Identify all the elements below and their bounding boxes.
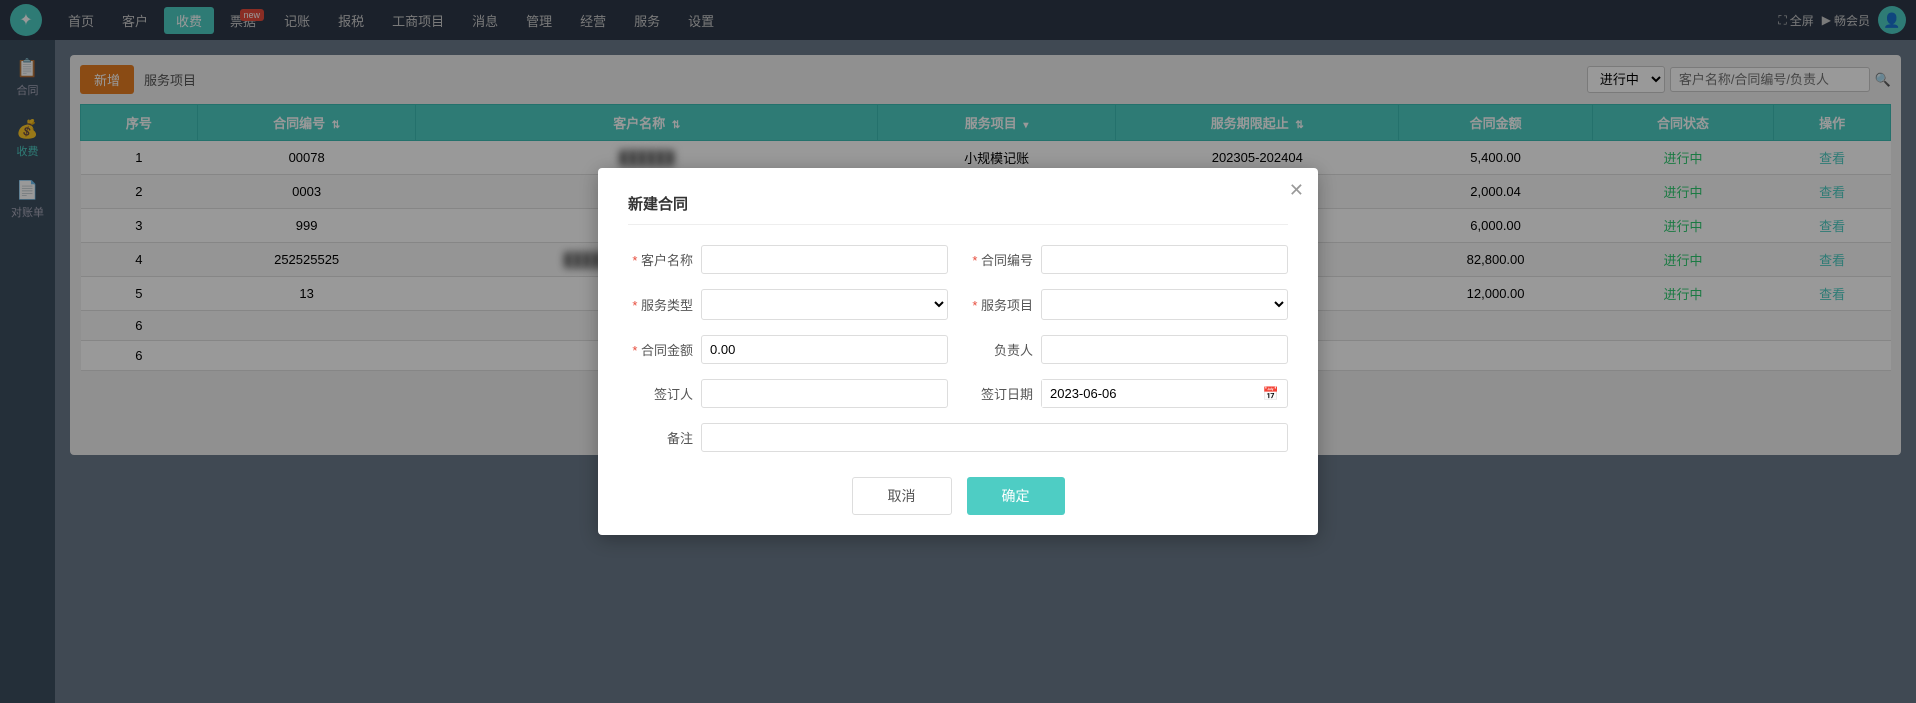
modal-overlay: 新建合同 ✕ 客户名称 合同编号 服务类型 服务项目 <box>0 0 1916 703</box>
form-grid: 客户名称 合同编号 服务类型 服务项目 <box>628 245 1288 452</box>
service-type-label: 服务类型 <box>628 295 693 314</box>
service-type-field: 服务类型 <box>628 289 948 320</box>
modal-buttons: 取消 确定 <box>628 477 1288 515</box>
signatory-label: 签订人 <box>628 384 693 403</box>
new-contract-modal: 新建合同 ✕ 客户名称 合同编号 服务类型 服务项目 <box>598 168 1318 535</box>
responsible-person-input[interactable] <box>1041 335 1288 364</box>
contract-no-input[interactable] <box>1041 245 1288 274</box>
customer-name-field: 客户名称 <box>628 245 948 274</box>
contract-no-label: 合同编号 <box>968 250 1033 269</box>
modal-close-button[interactable]: ✕ <box>1289 180 1304 201</box>
remark-field: 备注 <box>628 423 1288 452</box>
remark-input[interactable] <box>701 423 1288 452</box>
sign-date-field: 签订日期 📅 <box>968 379 1288 408</box>
signatory-field: 签订人 <box>628 379 948 408</box>
modal-title: 新建合同 <box>628 193 1288 225</box>
service-item-label: 服务项目 <box>968 295 1033 314</box>
contract-no-field: 合同编号 <box>968 245 1288 274</box>
sign-date-label: 签订日期 <box>968 384 1033 403</box>
calendar-icon[interactable]: 📅 <box>1255 382 1287 406</box>
sign-date-input[interactable] <box>1042 380 1255 407</box>
service-item-select[interactable] <box>1041 289 1288 320</box>
confirm-button[interactable]: 确定 <box>967 477 1065 515</box>
contract-amount-input[interactable] <box>701 335 948 364</box>
responsible-person-field: 负责人 <box>968 335 1288 364</box>
customer-name-label: 客户名称 <box>628 250 693 269</box>
signatory-input[interactable] <box>701 379 948 408</box>
sign-date-input-wrapper: 📅 <box>1041 379 1288 408</box>
responsible-person-label: 负责人 <box>968 340 1033 359</box>
contract-amount-label: 合同金额 <box>628 340 693 359</box>
contract-amount-field: 合同金额 <box>628 335 948 364</box>
remark-label: 备注 <box>628 428 693 447</box>
customer-name-input[interactable] <box>701 245 948 274</box>
cancel-button[interactable]: 取消 <box>852 477 952 515</box>
service-type-select[interactable] <box>701 289 948 320</box>
service-item-field: 服务项目 <box>968 289 1288 320</box>
